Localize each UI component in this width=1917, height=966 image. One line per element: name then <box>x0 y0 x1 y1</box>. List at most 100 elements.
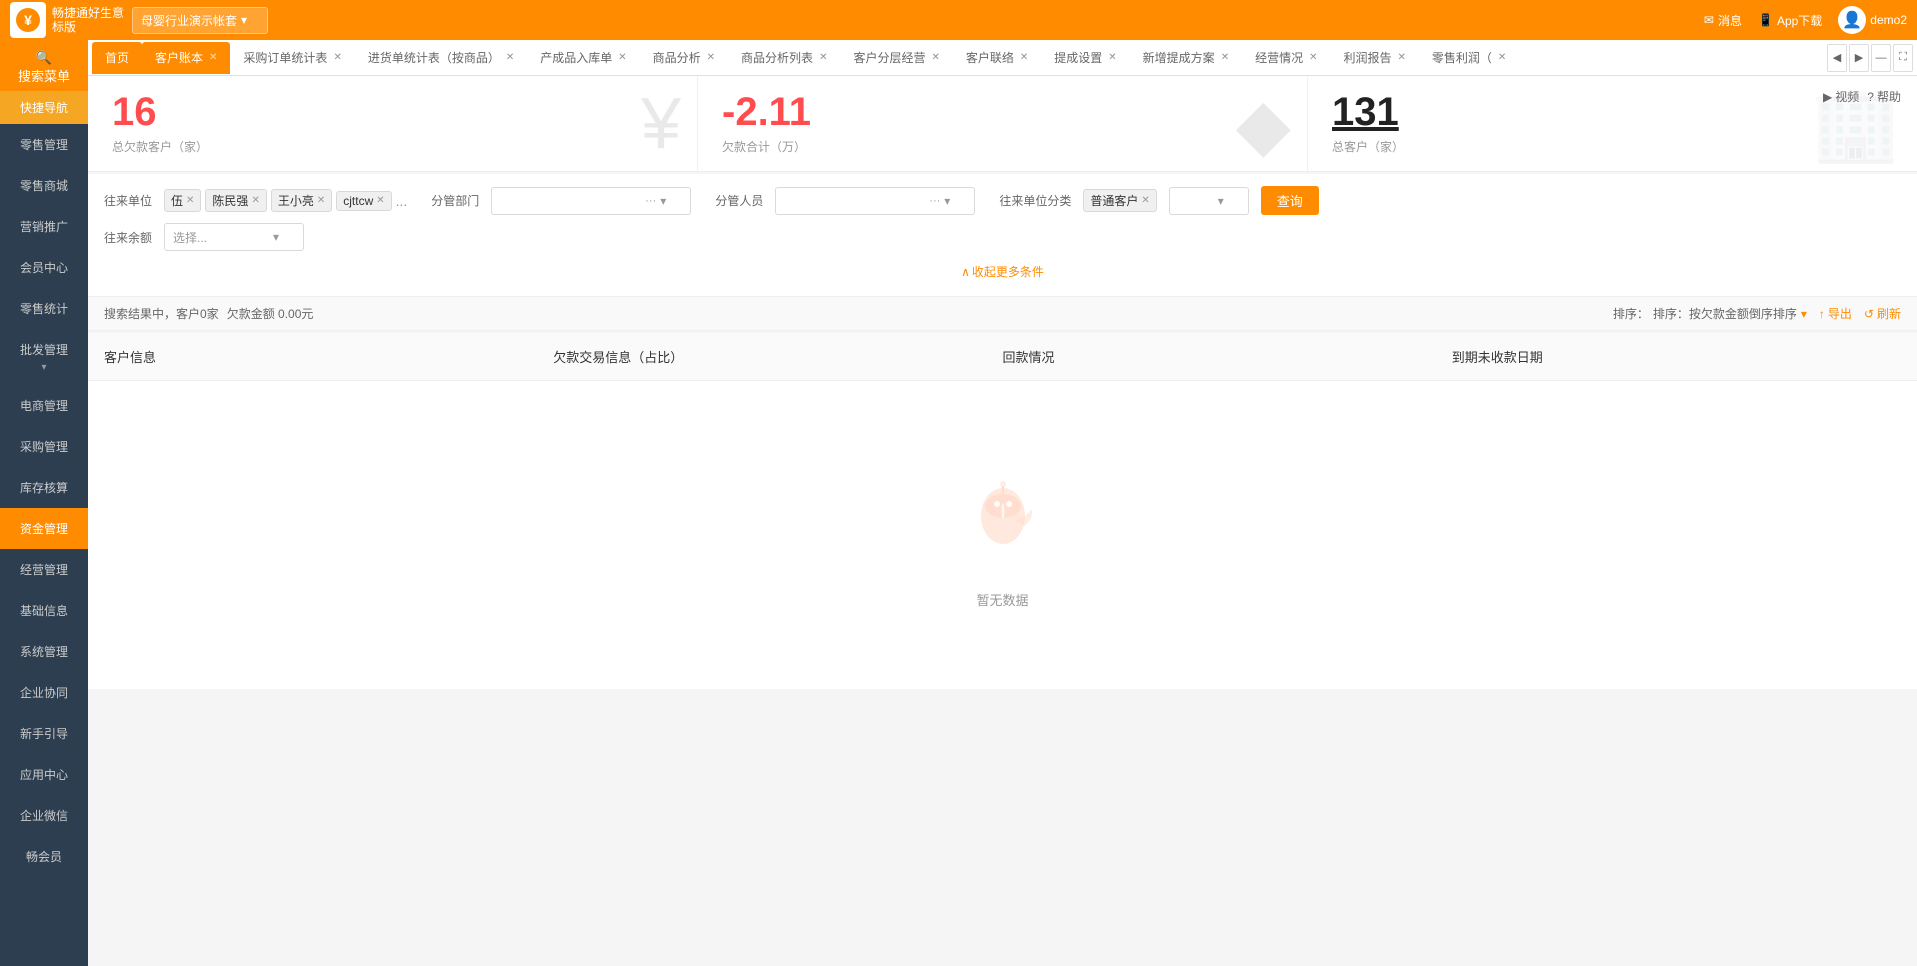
tab-close-raise-settings[interactable]: ✕ <box>1108 52 1116 63</box>
tab-product-analysis-list[interactable]: 商品分析列表✕ <box>728 42 840 74</box>
tab-close-operation-status[interactable]: ✕ <box>1309 52 1317 63</box>
tab-close-customer-segment[interactable]: ✕ <box>931 52 939 63</box>
unit-tag-chen[interactable]: 陈民强 ✕ <box>205 189 266 212</box>
sidebar-item-member[interactable]: 会员中心 <box>0 247 88 288</box>
tab-close-customer-account[interactable]: ✕ <box>209 52 217 63</box>
sidebar-item-enterprise[interactable]: 企业协同 <box>0 672 88 713</box>
svg-text:¥: ¥ <box>24 12 32 28</box>
sidebar-item-retail-mall[interactable]: 零售商城 <box>0 165 88 206</box>
sidebar-item-retail-stats[interactable]: 零售统计 <box>0 288 88 329</box>
sidebar-label-ecommerce: 电商管理 <box>20 397 68 414</box>
sidebar-item-wholesale[interactable]: 批发管理▾ <box>0 329 88 385</box>
tab-purchase-stats[interactable]: 进货单统计表（按商品）✕ <box>355 42 527 74</box>
filter-row-1: 往来单位 伍 ✕ 陈民强 ✕ 王小亮 <box>104 186 1901 215</box>
unit-more-button[interactable]: ... <box>396 193 408 209</box>
top-bar-left: ¥ 畅捷通好生意 标版 母婴行业演示帐套 ▾ <box>10 2 268 38</box>
remove-normal-icon[interactable]: ✕ <box>1141 195 1149 206</box>
help-area: ▶ 视频 ? 帮助 <box>1823 88 1901 105</box>
sidebar-label-basic-info: 基础信息 <box>20 602 68 619</box>
sidebar-item-app-center[interactable]: 应用中心 <box>0 754 88 795</box>
tab-operation-status[interactable]: 经营情况✕ <box>1242 42 1330 74</box>
message-button[interactable]: ✉ 消息 <box>1704 12 1742 29</box>
tab-close-new-plan[interactable]: ✕ <box>1221 52 1229 63</box>
tab-home[interactable]: 首页 <box>92 42 142 74</box>
tab-close-purchase-stats[interactable]: ✕ <box>506 52 514 63</box>
stat-block-total-owed-amount: -2.11 欠款合计（万） ◆ <box>698 76 1308 171</box>
tab-customer-account[interactable]: 客户账本✕ <box>142 42 230 74</box>
tabs-minimize-button[interactable]: — <box>1871 44 1891 72</box>
message-icon: ✉ <box>1704 13 1714 27</box>
remove-chen-icon[interactable]: ✕ <box>251 195 259 206</box>
refresh-button[interactable]: ↺ 刷新 <box>1864 305 1901 322</box>
unit-filter-label: 往来单位 <box>104 192 152 209</box>
remove-wu-icon[interactable]: ✕ <box>186 195 194 206</box>
tab-label-new-plan: 新增提成方案 <box>1143 49 1215 66</box>
unit-tag-cjttcw[interactable]: cjttcw ✕ <box>336 191 391 211</box>
stats-section: 16 总欠款客户（家） ¥ -2.11 欠款合计（万） ◆ 131 总客户（家）… <box>88 76 1917 172</box>
app-download-button[interactable]: 📱 App下载 <box>1758 12 1822 29</box>
sidebar-item-basic-info[interactable]: 基础信息 <box>0 590 88 631</box>
sort-selector[interactable]: 排序： 排序：按欠款金额倒序排序 ▾ <box>1613 305 1807 322</box>
tab-close-product-in[interactable]: ✕ <box>618 52 626 63</box>
tenant-selector[interactable]: 母婴行业演示帐套 ▾ <box>132 7 268 34</box>
sidebar-item-inventory[interactable]: 库存核算 <box>0 467 88 508</box>
sidebar-item-purchase[interactable]: 采购管理 <box>0 426 88 467</box>
category-select[interactable]: ▾ <box>1169 187 1249 215</box>
balance-select[interactable]: 选择... ▾ <box>164 223 304 251</box>
tab-customer-segment[interactable]: 客户分层经营✕ <box>840 42 952 74</box>
sidebar-item-finance[interactable]: 资金管理 <box>0 508 88 549</box>
sidebar-item-marketing[interactable]: 营销推广 <box>0 206 88 247</box>
remove-wang-icon[interactable]: ✕ <box>317 195 325 206</box>
tabs-prev-button[interactable]: ◀ <box>1827 44 1847 72</box>
tabs-next-button[interactable]: ▶ <box>1849 44 1869 72</box>
category-tag-normal[interactable]: 普通客户 ✕ <box>1083 189 1156 212</box>
tab-purchase-order[interactable]: 采购订单统计表✕ <box>230 42 354 74</box>
col-debt-info: 欠款交易信息（占比） <box>553 343 1002 370</box>
tabs-maximize-button[interactable]: ⛶ <box>1893 44 1913 72</box>
stat-block-total-owed-customers: 16 总欠款客户（家） ¥ <box>88 76 698 171</box>
tabs-bar: 首页客户账本✕采购订单统计表✕进货单统计表（按商品）✕产成品入库单✕商品分析✕商… <box>88 40 1917 76</box>
tab-profit-report[interactable]: 利润报告✕ <box>1330 42 1418 74</box>
tab-close-customer-contact[interactable]: ✕ <box>1020 52 1028 63</box>
sidebar-label-purchase: 采购管理 <box>20 438 68 455</box>
sidebar-item-enterprise-wechat[interactable]: 企业微信 <box>0 795 88 836</box>
tab-product-in[interactable]: 产成品入库单✕ <box>527 42 639 74</box>
collapse-button[interactable]: ∧ 收起更多条件 <box>104 259 1901 284</box>
tab-close-profit-report[interactable]: ✕ <box>1398 52 1406 63</box>
tab-raise-settings[interactable]: 提成设置 ✕ <box>1041 42 1129 74</box>
sidebar-item-retail[interactable]: 零售管理 <box>0 124 88 165</box>
unit-tag-wang[interactable]: 王小亮 ✕ <box>271 189 332 212</box>
tab-label-raise-settings: 提成设置 <box>1054 49 1102 66</box>
sidebar-label-new-guide: 新手引导 <box>20 725 68 742</box>
user-avatar-button[interactable]: 👤 demo2 <box>1838 6 1907 34</box>
sidebar-item-new-guide[interactable]: 新手引导 <box>0 713 88 754</box>
person-select[interactable]: ··· ▾ <box>775 187 975 215</box>
sidebar-item-ecommerce[interactable]: 电商管理 <box>0 385 88 426</box>
tab-customer-contact[interactable]: 客户联络✕ <box>953 42 1041 74</box>
sidebar-search[interactable]: 🔍 搜索菜单 <box>0 40 88 91</box>
sidebar-item-operation[interactable]: 经营管理 <box>0 549 88 590</box>
tab-close-purchase-order[interactable]: ✕ <box>333 52 341 63</box>
tenant-name: 母婴行业演示帐套 <box>141 12 237 29</box>
tab-retail-profit[interactable]: 零售利润（✕ <box>1419 42 1519 74</box>
tab-new-plan[interactable]: 新增提成方案 ✕ <box>1130 42 1242 74</box>
dept-select[interactable]: ··· ▾ <box>491 187 691 215</box>
help-button[interactable]: ? 帮助 <box>1867 88 1901 105</box>
tab-close-product-analysis-list[interactable]: ✕ <box>819 52 827 63</box>
stat-text-total-owed-amount: -2.11 欠款合计（万） <box>722 92 811 155</box>
tab-close-product-analysis[interactable]: ✕ <box>707 52 715 63</box>
unit-tag-wu[interactable]: 伍 ✕ <box>164 189 201 212</box>
tab-close-retail-profit[interactable]: ✕ <box>1498 52 1506 63</box>
sidebar-item-system[interactable]: 系统管理 <box>0 631 88 672</box>
sidebar-item-vip-member[interactable]: 畅会员 <box>0 836 88 877</box>
export-button[interactable]: ↑ 导出 <box>1819 305 1852 322</box>
tab-product-analysis[interactable]: 商品分析✕ <box>640 42 728 74</box>
content-area: 首页客户账本✕采购订单统计表✕进货单统计表（按商品）✕产成品入库单✕商品分析✕商… <box>88 40 1917 966</box>
video-help-button[interactable]: ▶ 视频 <box>1823 88 1859 105</box>
sidebar-search-label: 搜索菜单 <box>8 66 80 85</box>
unit-filter-tags: 伍 ✕ 陈民强 ✕ 王小亮 ✕ <box>164 189 407 212</box>
query-button[interactable]: 查询 <box>1261 186 1319 215</box>
table-section: 客户信息 欠款交易信息（占比） 回款情况 到期未收款日期 <box>88 333 1917 689</box>
remove-cjttcw-icon[interactable]: ✕ <box>376 195 384 206</box>
sidebar-quick-nav[interactable]: 快捷导航 <box>0 91 88 124</box>
